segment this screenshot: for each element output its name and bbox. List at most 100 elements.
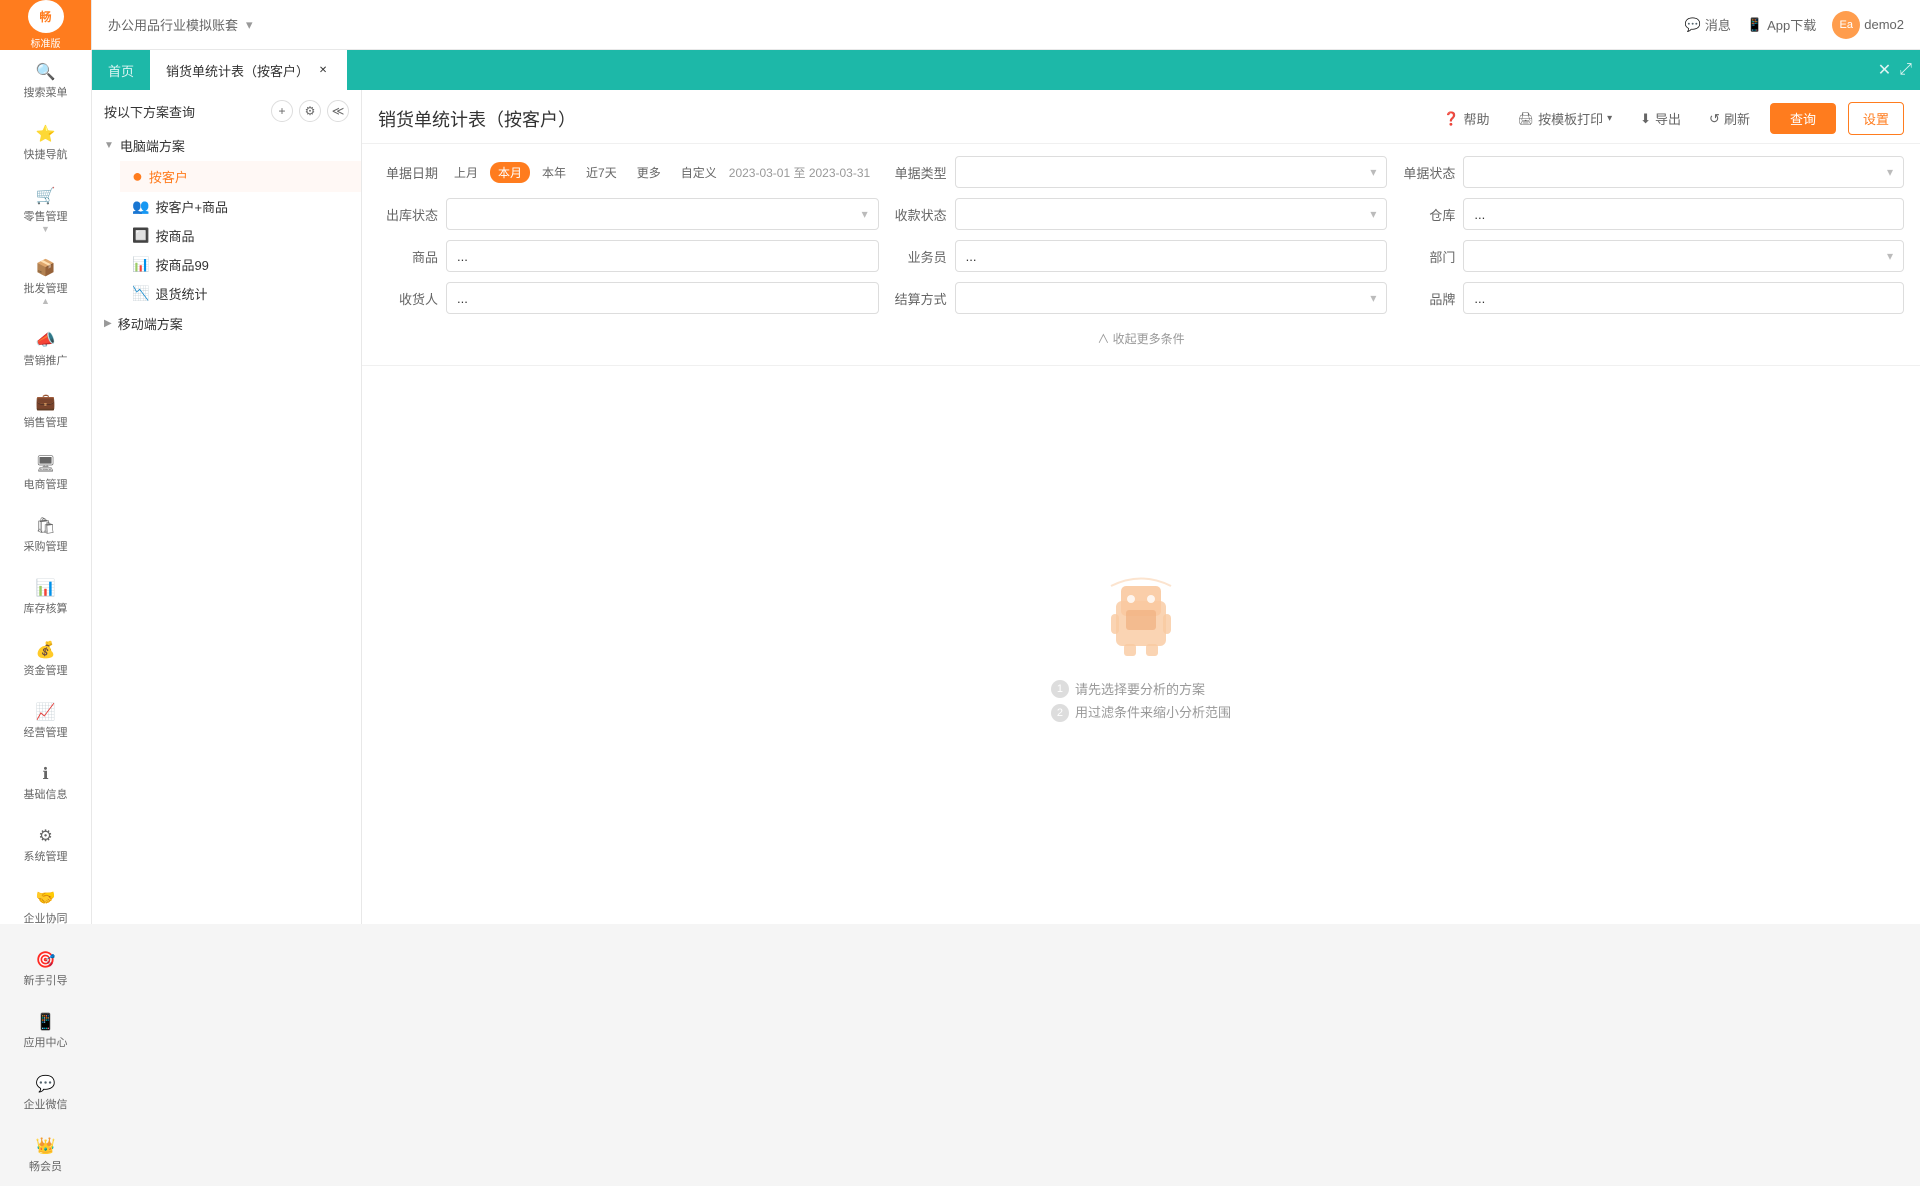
settings-scheme-btn[interactable]: ⚙ bbox=[299, 100, 321, 122]
sidebar-item-business[interactable]: 📈 经营管理 bbox=[0, 690, 91, 752]
print-btn[interactable]: 🖨 按模板打印 ▾ bbox=[1510, 105, 1621, 132]
filter-paystatus-cell: 收款状态 ▾ bbox=[887, 198, 1396, 230]
settlement-select[interactable]: ▾ bbox=[955, 282, 1388, 314]
sidebar-item-finance[interactable]: 💰 资金管理 bbox=[0, 628, 91, 690]
sidebar-item-purchase[interactable]: 🛍 采购管理 bbox=[0, 504, 91, 566]
sales-icon: 💼 bbox=[0, 392, 91, 412]
message-btn[interactable]: 💬 消息 bbox=[1685, 15, 1731, 34]
app-download-btn[interactable]: 📱 App下载 bbox=[1747, 15, 1816, 34]
outstatus-select[interactable]: ▾ bbox=[446, 198, 879, 230]
inventory-icon: 📊 bbox=[0, 578, 91, 598]
empty-hint-2: 2 用过滤条件来缩小分析范围 bbox=[1051, 701, 1231, 724]
salesman-input[interactable]: ... bbox=[955, 240, 1388, 272]
warehouse-label: 仓库 bbox=[1395, 205, 1463, 224]
maximize-icon[interactable]: ⤢ bbox=[1899, 61, 1912, 79]
collapse-panel-btn[interactable]: ≪ bbox=[327, 100, 349, 122]
outstatus-chevron-icon: ▾ bbox=[862, 207, 868, 221]
close-window-icon[interactable]: ✕ bbox=[1878, 60, 1891, 80]
tree-desktop-section[interactable]: ▼ 电脑端方案 bbox=[92, 130, 361, 161]
receiver-input[interactable]: ... bbox=[446, 282, 879, 314]
goods-label: 商品 bbox=[378, 247, 446, 266]
sidebar-item-ecommerce[interactable]: 🖥 电商管理 bbox=[0, 442, 91, 504]
print-icon: 🖨 bbox=[1518, 111, 1535, 127]
logo[interactable]: 畅 标准版 bbox=[0, 0, 91, 50]
business-icon: 📈 bbox=[0, 702, 91, 722]
tab-home[interactable]: 首页 bbox=[92, 50, 150, 90]
sidebar-item-sales[interactable]: 💼 销售管理 bbox=[0, 380, 91, 442]
filter-goods-cell: 商品 ... bbox=[378, 240, 887, 272]
content-area: 按以下方案查询 + ⚙ ≪ ▼ 电脑端方案 ● 按客户 👥 按客 bbox=[92, 90, 1920, 924]
user-avatar[interactable]: Ea demo2 bbox=[1832, 11, 1904, 39]
tree-mobile-section[interactable]: ▶ 移动端方案 bbox=[92, 308, 361, 339]
query-button[interactable]: 查询 bbox=[1770, 103, 1836, 134]
sidebar-item-apps[interactable]: 📱 应用中心 bbox=[0, 1000, 91, 1062]
sidebar-item-basic[interactable]: ℹ 基础信息 bbox=[0, 752, 91, 814]
sidebar-item-guide[interactable]: 🎯 新手引导 bbox=[0, 938, 91, 1000]
sidebar-item-wechat[interactable]: 💬 企业微信 bbox=[0, 1062, 91, 1124]
date-shortcut-this-year[interactable]: 本年 bbox=[534, 162, 574, 183]
sidebar-item-cooperation[interactable]: 🤝 企业协同 bbox=[0, 876, 91, 938]
brand-input[interactable]: ... bbox=[1463, 282, 1904, 314]
collapse-filter-btn[interactable]: ∧ 收起更多条件 bbox=[378, 324, 1904, 353]
sidebar: 畅 标准版 🔍 搜索菜单 ⭐ 快捷导航 🛒 零售管理 ▼ 📦 批发管理 ▲ 📣 … bbox=[0, 0, 92, 924]
header-dropdown-icon[interactable]: ▾ bbox=[246, 17, 262, 33]
filter-outstatus-cell: 出库状态 ▾ bbox=[378, 198, 887, 230]
filter-area: 单据日期 上月 本月 本年 近7天 更多 自定义 2023-03-01 至 20… bbox=[362, 144, 1920, 366]
marketing-icon: 📣 bbox=[0, 330, 91, 350]
date-label: 单据日期 bbox=[378, 163, 446, 182]
collapse-up-icon: ∧ bbox=[1097, 332, 1109, 346]
doctype-label: 单据类型 bbox=[887, 163, 955, 182]
add-scheme-btn[interactable]: + bbox=[271, 100, 293, 122]
export-btn[interactable]: ⬇ 导出 bbox=[1632, 105, 1689, 132]
paystatus-select[interactable]: ▾ bbox=[955, 198, 1388, 230]
docstatus-select[interactable]: ▾ bbox=[1463, 156, 1904, 188]
scheme-by-goods[interactable]: 🔲 按商品 bbox=[120, 221, 361, 250]
avatar: Ea bbox=[1832, 11, 1860, 39]
scheme-return-stats[interactable]: 📉 退货统计 bbox=[120, 279, 361, 308]
tab-sales-stats[interactable]: 销货单统计表（按客户） ✕ bbox=[150, 50, 347, 90]
customer-goods-icon: 👥 bbox=[132, 198, 149, 215]
search-icon: 🔍 bbox=[0, 62, 91, 82]
docstatus-chevron-icon: ▾ bbox=[1887, 165, 1893, 179]
sidebar-item-wholesale[interactable]: 📦 批发管理 ▲ bbox=[0, 246, 91, 318]
date-shortcut-more[interactable]: 更多 bbox=[629, 162, 669, 183]
date-shortcut-7days[interactable]: 近7天 bbox=[578, 162, 625, 183]
sidebar-item-retail[interactable]: 🛒 零售管理 ▼ bbox=[0, 174, 91, 246]
left-panel: 按以下方案查询 + ⚙ ≪ ▼ 电脑端方案 ● 按客户 👥 按客 bbox=[92, 90, 362, 924]
filter-brand-cell: 品牌 ... bbox=[1395, 282, 1904, 314]
sidebar-item-vip[interactable]: 👑 畅会员 bbox=[0, 1124, 91, 1186]
paystatus-chevron-icon: ▾ bbox=[1370, 207, 1376, 221]
date-shortcut-this-month[interactable]: 本月 bbox=[490, 162, 530, 183]
scheme-by-customer[interactable]: ● 按客户 bbox=[120, 161, 361, 192]
sidebar-item-inventory[interactable]: 📊 库存核算 bbox=[0, 566, 91, 628]
purchase-icon: 🛍 bbox=[0, 516, 91, 536]
sidebar-item-search[interactable]: 🔍 搜索菜单 bbox=[0, 50, 91, 112]
system-icon: ⚙ bbox=[0, 826, 91, 846]
date-shortcut-last-month[interactable]: 上月 bbox=[446, 162, 486, 183]
date-shortcut-custom[interactable]: 自定义 bbox=[673, 162, 725, 183]
message-icon: 💬 bbox=[1685, 17, 1701, 33]
scheme-by-goods-99[interactable]: 📊 按商品99 bbox=[120, 250, 361, 279]
sidebar-item-quick-nav[interactable]: ⭐ 快捷导航 bbox=[0, 112, 91, 174]
sidebar-item-marketing[interactable]: 📣 营销推广 bbox=[0, 318, 91, 380]
tab-close-icon[interactable]: ✕ bbox=[315, 62, 331, 78]
right-panel: 销货单统计表（按客户） ❓ 帮助 🖨 按模板打印 ▾ ⬇ 导出 bbox=[362, 90, 1920, 924]
sidebar-item-system[interactable]: ⚙ 系统管理 bbox=[0, 814, 91, 876]
warehouse-input[interactable]: ... bbox=[1463, 198, 1904, 230]
warehouse-placeholder: ... bbox=[1474, 207, 1485, 222]
department-select[interactable]: ▾ bbox=[1463, 240, 1904, 272]
header-title: 办公用品行业模拟账套 bbox=[108, 15, 238, 34]
help-btn[interactable]: ❓ 帮助 bbox=[1435, 105, 1497, 132]
hint-2-num: 2 bbox=[1051, 704, 1069, 722]
doctype-select[interactable]: ▾ bbox=[955, 156, 1388, 188]
filter-salesman-cell: 业务员 ... bbox=[887, 240, 1396, 272]
logo-icon: 畅 bbox=[28, 0, 64, 33]
filter-row-4: 收货人 ... 结算方式 ▾ 品牌 bbox=[378, 282, 1904, 314]
left-panel-actions: + ⚙ ≪ bbox=[271, 100, 349, 122]
scheme-by-customer-goods[interactable]: 👥 按客户+商品 bbox=[120, 192, 361, 221]
customer-icon: ● bbox=[132, 166, 143, 187]
brand-label: 品牌 bbox=[1395, 289, 1463, 308]
settings-button[interactable]: 设置 bbox=[1848, 102, 1904, 135]
refresh-btn[interactable]: ↺ 刷新 bbox=[1701, 105, 1758, 132]
goods-input[interactable]: ... bbox=[446, 240, 879, 272]
